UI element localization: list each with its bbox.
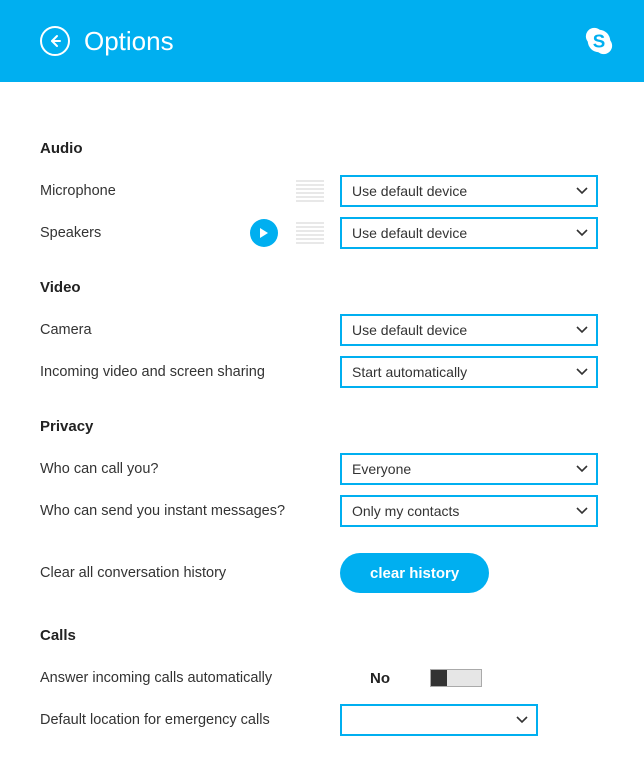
chevron-down-icon	[508, 716, 536, 724]
clear-history-button[interactable]: clear history	[340, 553, 489, 593]
microphone-level-meter-icon	[296, 180, 324, 202]
chevron-down-icon	[568, 465, 596, 473]
auto-answer-value: No	[370, 670, 430, 687]
label-emergency-location: Default location for emergency calls	[40, 712, 370, 728]
select-microphone[interactable]: Use default device	[340, 175, 598, 207]
label-microphone: Microphone	[40, 180, 340, 202]
select-speakers-value: Use default device	[342, 225, 568, 241]
row-incoming-video: Incoming video and screen sharing Start …	[40, 352, 604, 392]
select-who-can-im-value: Only my contacts	[342, 503, 568, 519]
header-bar: Options S	[0, 0, 644, 82]
select-emergency-location[interactable]	[340, 704, 538, 736]
chevron-down-icon	[568, 187, 596, 195]
select-incoming-video[interactable]: Start automatically	[340, 356, 598, 388]
chevron-down-icon	[568, 368, 596, 376]
row-who-can-call: Who can call you? Everyone	[40, 449, 604, 489]
label-who-can-im: Who can send you instant messages?	[40, 503, 340, 519]
page-title: Options	[84, 26, 174, 57]
label-speakers-text: Speakers	[40, 225, 101, 241]
section-title-privacy: Privacy	[40, 418, 604, 435]
speakers-controls-wrap	[250, 219, 330, 247]
chevron-down-icon	[568, 229, 596, 237]
section-title-audio: Audio	[40, 140, 604, 157]
header-left: Options	[40, 26, 174, 57]
select-who-can-call[interactable]: Everyone	[340, 453, 598, 485]
section-title-video: Video	[40, 279, 604, 296]
label-incoming-video: Incoming video and screen sharing	[40, 364, 340, 380]
microphone-meter-wrap	[296, 180, 330, 202]
toggle-knob-icon	[431, 670, 447, 686]
select-who-can-im[interactable]: Only my contacts	[340, 495, 598, 527]
chevron-down-icon	[568, 507, 596, 515]
label-microphone-text: Microphone	[40, 183, 116, 199]
back-button[interactable]	[40, 26, 70, 56]
row-speakers: Speakers Use default device	[40, 213, 604, 253]
select-who-can-call-value: Everyone	[342, 461, 568, 477]
row-microphone: Microphone Use default device	[40, 171, 604, 211]
row-auto-answer: Answer incoming calls automatically No	[40, 658, 604, 698]
label-speakers: Speakers	[40, 219, 340, 247]
auto-answer-toggle[interactable]	[430, 669, 482, 687]
row-emergency-location: Default location for emergency calls	[40, 700, 604, 740]
select-camera[interactable]: Use default device	[340, 314, 598, 346]
row-who-can-im: Who can send you instant messages? Only …	[40, 491, 604, 531]
back-arrow-icon	[48, 34, 62, 48]
label-clear-history: Clear all conversation history	[40, 565, 340, 581]
label-who-can-call: Who can call you?	[40, 461, 340, 477]
row-clear-history: Clear all conversation history clear his…	[40, 553, 604, 593]
play-icon	[259, 227, 269, 239]
chevron-down-icon	[568, 326, 596, 334]
row-camera: Camera Use default device	[40, 310, 604, 350]
content-area: Audio Microphone Use default device Spea…	[0, 82, 644, 740]
svg-text:S: S	[593, 31, 606, 52]
label-auto-answer: Answer incoming calls automatically	[40, 670, 370, 686]
select-incoming-video-value: Start automatically	[342, 364, 568, 380]
label-camera: Camera	[40, 322, 340, 338]
speaker-level-meter-icon	[296, 222, 324, 244]
select-microphone-value: Use default device	[342, 183, 568, 199]
section-title-calls: Calls	[40, 627, 604, 644]
test-speaker-button[interactable]	[250, 219, 278, 247]
skype-logo-icon: S	[584, 26, 614, 56]
select-speakers[interactable]: Use default device	[340, 217, 598, 249]
select-camera-value: Use default device	[342, 322, 568, 338]
